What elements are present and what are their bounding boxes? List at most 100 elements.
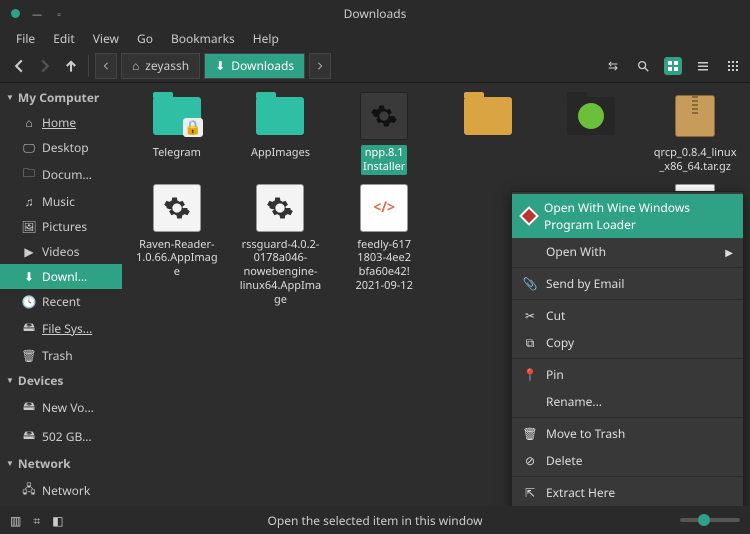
menu-view[interactable]: View [85,28,127,49]
back-button[interactable] [8,55,30,77]
file-item[interactable] [541,89,643,177]
delete-icon: ⊘ [522,452,538,469]
trash-icon: 🗑 [522,425,538,442]
sidebar-item-pictures[interactable]: 🖼Pictures [0,214,122,239]
file-item[interactable]: npp.8.1Installer [333,89,435,177]
minimize-icon[interactable]: — [32,9,42,19]
file-item[interactable]: Telegram [126,89,228,177]
menu-go[interactable]: Go [129,28,161,49]
network-icon: 🖧 [22,480,36,501]
download-icon: ⬇ [22,268,36,285]
breadcrumb-current[interactable]: ⬇ Downloads [204,53,305,79]
forward-button[interactable] [34,55,56,77]
file-label: rssguard-4.0.2-0178a046-nowebengine-linu… [236,237,324,308]
file-label: AppImages [249,145,312,161]
menubar: File Edit View Go Bookmarks Help [0,27,750,49]
music-icon: ♫ [22,193,36,210]
icon-view-button[interactable] [664,57,682,75]
file-icon: </> [358,183,410,233]
sidebar-item-filesys[interactable]: 🖴File Sys… [0,314,122,343]
desktop-icon: 🖵 [22,139,36,156]
file-icon [151,183,203,233]
file-label: npp.8.1Installer [361,145,407,175]
file-label: feedly-6171803-4ee2bfa60e42!2021-09-12 [353,237,414,294]
tree-toggle-icon[interactable]: ⌗ [33,512,40,529]
file-icon [358,91,410,141]
context-delete[interactable]: ⊘Delete [512,447,743,474]
context-menu: Open With Wine Windows Program LoaderOpe… [511,191,744,506]
context-rename-[interactable]: Rename... [512,388,743,415]
file-content-area[interactable]: Telegram AppImages npp.8.1Installer qrcp_0.… [122,83,750,506]
context-copy[interactable]: ⧉Copy [512,329,743,356]
pin-icon: 📍 [522,366,538,383]
zoom-slider[interactable] [680,518,740,522]
disk-icon: 🖴 [22,397,36,418]
window-title: Downloads [344,5,407,22]
file-label: qrcp_0.8.4_linux_x86_64.tar.gz [651,145,739,175]
sidebar-item-newvo[interactable]: 🖴New Vo… [0,393,122,422]
file-item[interactable]: qrcp_0.8.4_linux_x86_64.tar.gz [644,89,746,177]
folder-icon: 🗀 [22,164,36,185]
file-icon [254,183,306,233]
sidebar-section-header[interactable]: ▼My Computer [0,85,122,110]
file-icon [669,91,721,141]
panel-toggle-icon[interactable]: ◧ [52,512,63,529]
sidebar-item-desktop[interactable]: 🖵Desktop [0,135,122,160]
sidebar-item-network[interactable]: 🖧Network [0,476,122,505]
places-toggle-icon[interactable]: ▥ [10,512,21,529]
sidebar-item-home[interactable]: ⌂Home [0,110,122,135]
context-pin[interactable]: 📍Pin [512,361,743,388]
file-item[interactable]: rssguard-4.0.2-0178a046-nowebengine-linu… [230,181,332,310]
context-send-by-email[interactable]: 📎Send by Email [512,270,743,297]
sidebar: ▼My Computer⌂Home🖵Desktop🗀Docum…♫Music🖼P… [0,83,122,506]
sidebar-item-trash[interactable]: 🗑Trash [0,343,122,368]
file-icon [462,91,514,141]
menu-help[interactable]: Help [245,28,287,49]
file-icon [254,91,306,141]
breadcrumb-prev-arrow[interactable] [95,53,117,79]
menu-file[interactable]: File [8,28,43,49]
context-move-to-trash[interactable]: 🗑Move to Trash [512,420,743,447]
context-cut[interactable]: ✂Cut [512,302,743,329]
menu-bookmarks[interactable]: Bookmarks [163,28,243,49]
menu-edit[interactable]: Edit [45,28,82,49]
file-label: Telegram [151,145,203,161]
up-button[interactable] [60,55,82,77]
breadcrumb-next-arrow[interactable] [309,53,331,79]
file-label [486,237,490,239]
maximize-icon[interactable]: ▫ [54,9,64,19]
file-item[interactable] [437,89,539,177]
sidebar-item-downl[interactable]: ⬇Downl… [0,264,122,289]
sidebar-section-header[interactable]: ▼Network [0,451,122,476]
wine-icon [522,209,536,223]
sidebar-item-recent[interactable]: 🕓Recent [0,289,122,314]
file-item[interactable]: Raven-Reader-1.0.66.AppImage [126,181,228,310]
sidebar-section-header[interactable]: ▼Devices [0,368,122,393]
attach-icon: 📎 [522,275,538,292]
file-item[interactable]: AppImages [230,89,332,177]
pictures-icon: 🖼 [22,218,36,235]
statusbar: ▥ ⌗ ◧ Open the selected item in this win… [0,506,750,534]
recent-icon: 🕓 [22,293,36,310]
context-open-with-wine-windows-program-loader[interactable]: Open With Wine Windows Program Loader [512,194,743,238]
search-button[interactable] [634,57,652,75]
breadcrumb-parent[interactable]: ⌂ zeyassh [121,53,200,79]
sidebar-item-music[interactable]: ♫Music [0,189,122,214]
sidebar-item-docum[interactable]: 🗀Docum… [0,160,122,189]
sidebar-item-gb[interactable]: 🖴502 GB… [0,422,122,451]
compact-view-button[interactable] [724,57,742,75]
list-view-button[interactable] [694,57,712,75]
toolbar: ⌂ zeyassh ⬇ Downloads ⇆ [0,49,750,83]
context-extract-here[interactable]: ⇱Extract Here [512,479,743,506]
file-label: Raven-Reader-1.0.66.AppImage [133,237,221,280]
file-icon [151,91,203,141]
home-icon: ⌂ [132,57,139,74]
titlebar: — ▫ Downloads [0,0,750,27]
context-open-with[interactable]: Open With▶ [512,238,743,265]
extract-icon: ⇱ [522,484,538,501]
toggle-location-button[interactable]: ⇆ [604,57,622,75]
file-item[interactable]: </>feedly-6171803-4ee2bfa60e42!2021-09-1… [333,181,435,310]
close-icon[interactable] [10,9,20,19]
file-label [589,145,593,147]
sidebar-item-videos[interactable]: ▶Videos [0,239,122,264]
